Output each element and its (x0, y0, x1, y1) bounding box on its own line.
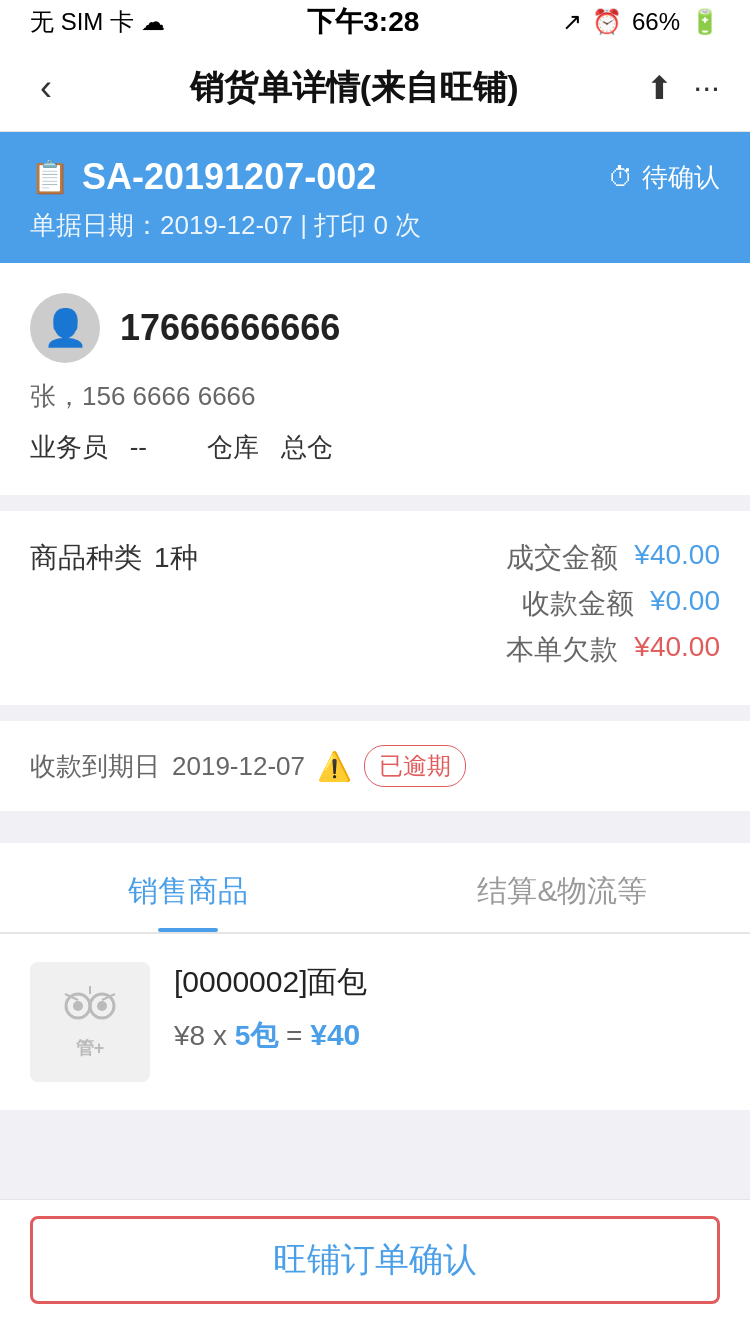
header-date: 单据日期：2019-12-07 | 打印 0 次 (30, 208, 720, 243)
sales-person-row: 业务员 -- (30, 430, 147, 465)
received-value: ¥0.00 (650, 585, 720, 623)
received-row: 收款金额 ¥0.00 (506, 585, 720, 623)
overdue-section: 收款到期日 2019-12-07 ⚠️ 已逾期 (0, 721, 750, 811)
customer-section: 👤 17666666666 张，156 6666 6666 业务员 -- 仓库 … (0, 263, 750, 495)
confirm-order-button[interactable]: 旺铺订单确认 (30, 1216, 720, 1304)
price-base: ¥8 x (174, 1020, 235, 1051)
price-qty: 5包 (235, 1020, 279, 1051)
owed-row: 本单欠款 ¥40.00 (506, 631, 720, 669)
warehouse-label: 仓库 (207, 432, 259, 462)
bottom-bar: 旺铺订单确认 (0, 1199, 750, 1334)
brand-label: 管+ (76, 1036, 105, 1060)
product-types-value: 1种 (154, 539, 198, 577)
nav-actions: ⬆ ··· (646, 69, 720, 107)
status-time: 下午3:28 (307, 3, 419, 41)
avatar: 👤 (30, 293, 100, 363)
received-label: 收款金额 (522, 585, 634, 623)
order-id-text: SA-20191207-002 (82, 156, 376, 198)
price-separator: = (278, 1020, 310, 1051)
divider (0, 827, 750, 843)
stats-section: 商品种类 1种 成交金额 ¥40.00 收款金额 ¥0.00 本单欠款 ¥40.… (0, 511, 750, 705)
product-info: [0000002]面包 ¥8 x 5包 = ¥40 (174, 962, 720, 1055)
overdue-warning-icon: ⚠️ (317, 750, 352, 783)
product-section: 管+ [0000002]面包 ¥8 x 5包 = ¥40 (0, 934, 750, 1110)
page-title: 销货单详情(来自旺铺) (190, 65, 519, 111)
tab-settlement-label: 结算&物流等 (477, 874, 647, 907)
product-name: [0000002]面包 (174, 962, 720, 1003)
nav-bar: ‹ 销货单详情(来自旺铺) ⬆ ··· (0, 44, 750, 132)
tab-settlement[interactable]: 结算&物流等 (375, 843, 750, 932)
status-right: ↗ ⏰ 66% 🔋 (562, 8, 720, 36)
status-left: 无 SIM 卡 ☁ (30, 6, 165, 38)
product-thumbnail: 管+ (30, 962, 150, 1082)
customer-phone: 17666666666 (120, 307, 340, 349)
status-badge: ⏱ 待确认 (608, 160, 720, 195)
transaction-value: ¥40.00 (634, 539, 720, 577)
avatar-icon: 👤 (43, 307, 88, 349)
amounts-block: 成交金额 ¥40.00 收款金额 ¥0.00 本单欠款 ¥40.00 (506, 539, 720, 677)
transaction-label: 成交金额 (506, 539, 618, 577)
tab-sales-label: 销售商品 (128, 874, 248, 907)
owed-value: ¥40.00 (634, 631, 720, 669)
customer-meta: 业务员 -- 仓库 总仓 (30, 430, 720, 465)
owed-label: 本单欠款 (506, 631, 618, 669)
share-icon[interactable]: ⬆ (646, 69, 673, 107)
location-icon: ↗ (562, 8, 582, 36)
battery-label: 66% (632, 8, 680, 36)
clock-icon: ⏱ (608, 162, 634, 193)
product-price: ¥8 x 5包 = ¥40 (174, 1017, 720, 1055)
customer-name: 张，156 6666 6666 (30, 379, 720, 414)
alarm-icon: ⏰ (592, 8, 622, 36)
status-bar: 无 SIM 卡 ☁ 下午3:28 ↗ ⏰ 66% 🔋 (0, 0, 750, 44)
order-id: 📋 SA-20191207-002 (30, 156, 376, 198)
overdue-badge: 已逾期 (364, 745, 466, 787)
status-text: 待确认 (642, 160, 720, 195)
svg-point-3 (97, 1001, 107, 1011)
product-thumb-icon (60, 984, 120, 1032)
price-total: ¥40 (310, 1018, 360, 1051)
sales-person-label: 业务员 (30, 432, 108, 462)
warehouse-row: 仓库 总仓 (207, 430, 333, 465)
sim-label: 无 SIM 卡 ☁ (30, 6, 165, 38)
tab-sales-products[interactable]: 销售商品 (0, 843, 375, 932)
product-types-row: 商品种类 1种 (30, 539, 198, 577)
header-card: 📋 SA-20191207-002 ⏱ 待确认 单据日期：2019-12-07 … (0, 132, 750, 263)
transaction-row: 成交金额 ¥40.00 (506, 539, 720, 577)
product-types-label: 商品种类 (30, 539, 142, 577)
svg-point-2 (73, 1001, 83, 1011)
back-button[interactable]: ‹ (30, 57, 62, 119)
tabs-row: 销售商品 结算&物流等 (0, 843, 750, 933)
tabs-section: 销售商品 结算&物流等 (0, 843, 750, 934)
battery-icon: 🔋 (690, 8, 720, 36)
order-icon: 📋 (30, 158, 70, 196)
sales-person-value: -- (130, 432, 147, 462)
overdue-label: 收款到期日 (30, 749, 160, 784)
overdue-date: 2019-12-07 (172, 751, 305, 782)
warehouse-value: 总仓 (281, 432, 333, 462)
more-icon[interactable]: ··· (693, 69, 720, 106)
